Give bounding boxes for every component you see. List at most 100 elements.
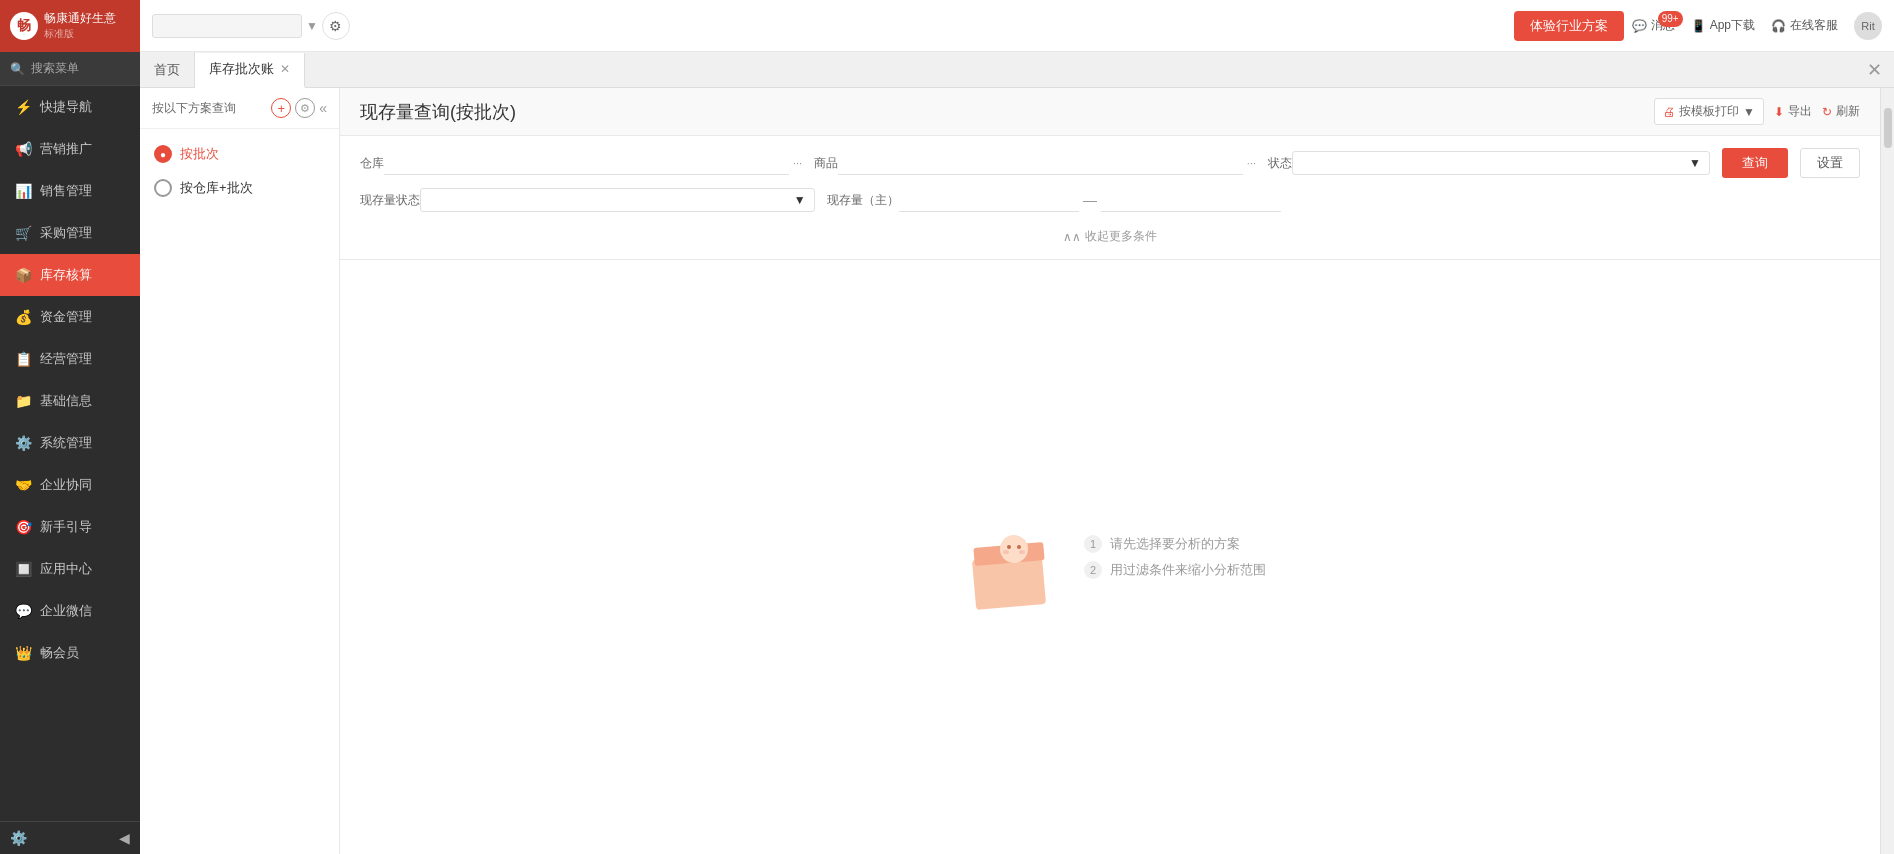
sidebar-item-quick-nav[interactable]: ⚡ 快捷导航	[0, 86, 140, 128]
filter-row-1: 仓库 ··· 商品 ··· 状态 ▼	[360, 148, 1860, 178]
empty-illustration	[954, 507, 1054, 607]
inventory-amount-max[interactable]	[1101, 189, 1281, 212]
export-button[interactable]: ⬇ 导出	[1774, 103, 1812, 120]
empty-state: 1 请先选择要分析的方案 2 用过滤条件来缩小分析范围	[340, 260, 1880, 854]
sidebar-item-basics[interactable]: 📁 基础信息	[0, 380, 140, 422]
sidebar-item-wechat[interactable]: 💬 企业微信	[0, 590, 140, 632]
empty-svg	[954, 507, 1064, 617]
topbar-search-input[interactable]	[152, 14, 302, 38]
schema-item-by-warehouse-batch[interactable]: 按仓库+批次	[140, 171, 339, 205]
sidebar-item-operations[interactable]: 📋 经营管理	[0, 338, 140, 380]
system-icon: ⚙️	[14, 434, 32, 452]
svg-point-5	[1003, 550, 1009, 554]
filter-collapse-row[interactable]: ∧∧ 收起更多条件	[360, 222, 1860, 247]
settings-button[interactable]: 设置	[1800, 148, 1860, 178]
topbar-search-area: ▼ ⚙	[152, 12, 1506, 40]
sidebar-item-system[interactable]: ⚙️ 系统管理	[0, 422, 140, 464]
warehouse-input[interactable]	[384, 152, 789, 175]
enterprise-icon: 🤝	[14, 476, 32, 494]
nav-label: 新手引导	[40, 518, 92, 536]
inventory-icon: 📦	[14, 266, 32, 284]
messages-button[interactable]: 💬 消息 99+	[1632, 17, 1675, 34]
sidebar-header: 畅 畅康通好生意 标准版	[0, 0, 140, 52]
page-header: 现存量查询(按批次) 🖨 按模板打印 ▼ ⬇ 导出 ↻ 刷新	[340, 88, 1880, 136]
trial-btn[interactable]: 体验行业方案	[1514, 11, 1624, 41]
print-button[interactable]: 🖨 按模板打印 ▼	[1654, 98, 1764, 125]
filter-row-2: 现存量状态 ▼ 现存量（主） —	[360, 188, 1860, 212]
page-title: 现存量查询(按批次)	[360, 100, 516, 124]
nav-label: 基础信息	[40, 392, 92, 410]
app-download-button[interactable]: 📱 App下载	[1691, 17, 1755, 34]
sidebar-item-inventory[interactable]: 📦 库存核算	[0, 254, 140, 296]
inventory-amount-range: —	[899, 189, 1282, 212]
refresh-button[interactable]: ↻ 刷新	[1822, 103, 1860, 120]
schema-label: 按仓库+批次	[180, 179, 253, 197]
tab-batch-account[interactable]: 库存批次账 ✕	[195, 53, 305, 88]
tab-new-button[interactable]: ✕	[1855, 59, 1894, 81]
sidebar-item-enterprise[interactable]: 🤝 企业协同	[0, 464, 140, 506]
warehouse-filter: 仓库 ···	[360, 152, 802, 175]
inventory-status-label: 现存量状态	[360, 192, 420, 209]
sidebar-item-member[interactable]: 👑 畅会员	[0, 632, 140, 674]
sidebar-item-finance[interactable]: 💰 资金管理	[0, 296, 140, 338]
nav-label: 快捷导航	[40, 98, 92, 116]
settings-icon[interactable]: ⚙️	[10, 830, 27, 846]
empty-tip-1: 1 请先选择要分析的方案	[1084, 535, 1266, 553]
sidebar-item-newbie[interactable]: 🎯 新手引导	[0, 506, 140, 548]
add-schema-button[interactable]: +	[271, 98, 291, 118]
sidebar-item-sales[interactable]: 📊 销售管理	[0, 170, 140, 212]
empty-tip-2: 2 用过滤条件来缩小分析范围	[1084, 561, 1266, 579]
app-download-label: App下载	[1710, 17, 1755, 34]
online-service-button[interactable]: 🎧 在线客服	[1771, 17, 1838, 34]
range-separator: —	[1083, 192, 1097, 208]
refresh-label: 刷新	[1836, 103, 1860, 120]
user-profile-button[interactable]: Rit	[1854, 12, 1882, 40]
topbar-dropdown-icon[interactable]: ▼	[306, 19, 318, 33]
warehouse-more-icon[interactable]: ···	[793, 157, 802, 169]
svg-point-3	[1007, 545, 1011, 549]
tip-num-2: 2	[1084, 561, 1102, 579]
tab-close-icon[interactable]: ✕	[280, 63, 290, 75]
refresh-icon: ↻	[1822, 105, 1832, 119]
query-button[interactable]: 查询	[1722, 148, 1788, 178]
schema-list: ● 按批次 按仓库+批次	[140, 129, 339, 213]
print-label: 按模板打印	[1679, 103, 1739, 120]
scrollbar-thumb	[1884, 108, 1892, 148]
tip-text-1: 请先选择要分析的方案	[1110, 535, 1240, 553]
app-version: 标准版	[44, 27, 116, 41]
user-name: Rit	[1861, 20, 1874, 32]
tip-num-1: 1	[1084, 535, 1102, 553]
message-icon: 💬	[1632, 19, 1647, 33]
topbar: ▼ ⚙ 体验行业方案 💬 消息 99+ 📱 App下载 🎧 在线客服 Rit	[140, 0, 1894, 52]
schema-settings-button[interactable]: ⚙	[295, 98, 315, 118]
inventory-amount-min[interactable]	[899, 189, 1079, 212]
right-scrollbar[interactable]	[1880, 88, 1894, 854]
collapse-sidebar-icon[interactable]: ◀	[119, 830, 130, 846]
product-label: 商品	[814, 155, 838, 172]
nav-label: 企业协同	[40, 476, 92, 494]
topbar-settings-button[interactable]: ⚙	[322, 12, 350, 40]
schema-item-by-batch[interactable]: ● 按批次	[140, 137, 339, 171]
sidebar-item-purchase[interactable]: 🛒 采购管理	[0, 212, 140, 254]
sidebar-item-apps[interactable]: 🔲 应用中心	[0, 548, 140, 590]
print-dropdown-icon: ▼	[1743, 105, 1755, 119]
product-input[interactable]	[838, 152, 1243, 175]
marketing-icon: 📢	[14, 140, 32, 158]
inventory-status-arrow: ▼	[794, 193, 806, 207]
schema-label: 按批次	[180, 145, 219, 163]
export-label: 导出	[1788, 103, 1812, 120]
tab-home-label: 首页	[154, 61, 180, 79]
newbie-icon: 🎯	[14, 518, 32, 536]
nav-label: 企业微信	[40, 602, 92, 620]
sidebar-item-marketing[interactable]: 📢 营销推广	[0, 128, 140, 170]
nav-label: 经营管理	[40, 350, 92, 368]
apps-icon: 🔲	[14, 560, 32, 578]
search-icon: 🔍	[10, 62, 25, 76]
close-all-icon: ✕	[1867, 59, 1882, 81]
sidebar-search[interactable]: 🔍 搜索菜单	[0, 52, 140, 86]
tab-home[interactable]: 首页	[140, 52, 195, 87]
product-more-icon[interactable]: ···	[1247, 157, 1256, 169]
status-dropdown[interactable]: ▼	[1292, 151, 1710, 175]
collapse-panel-icon[interactable]: «	[319, 100, 327, 116]
inventory-status-dropdown[interactable]: ▼	[420, 188, 815, 212]
